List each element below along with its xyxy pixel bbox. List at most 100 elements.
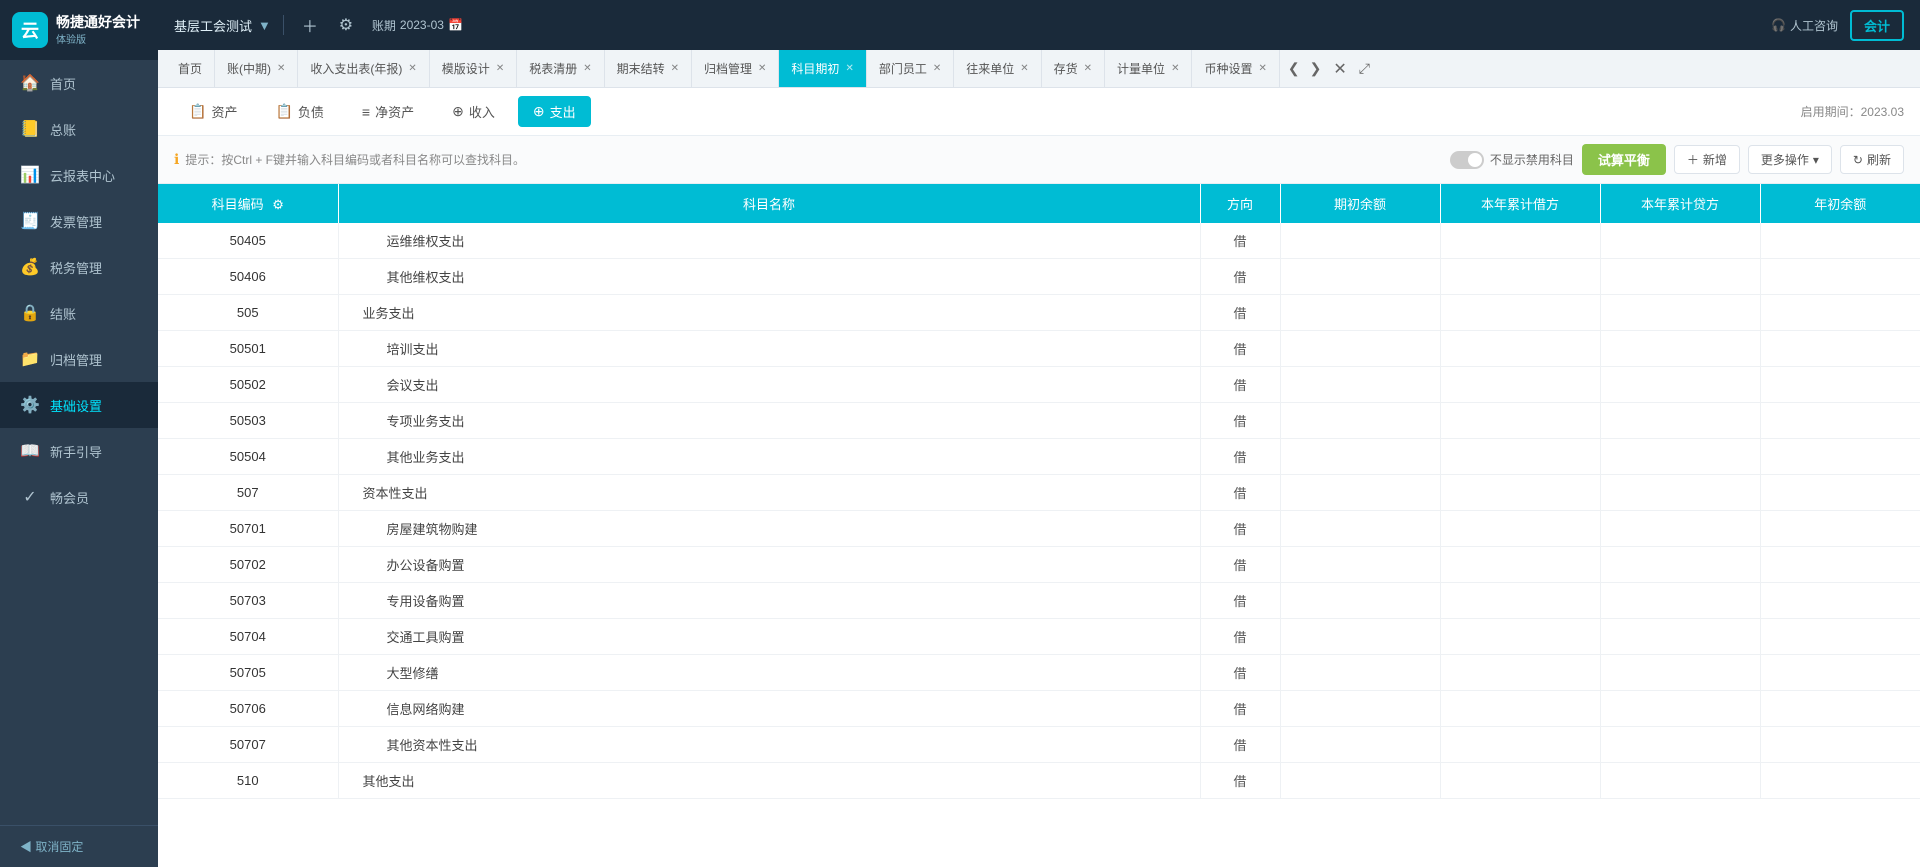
- sidebar-label-reports: 云报表中心: [50, 166, 115, 185]
- toggle-disabled-accounts[interactable]: 不显示禁用科目: [1450, 151, 1574, 169]
- cell-ytd-debit: [1440, 439, 1600, 475]
- tab-模版设计[interactable]: 模版设计✕: [430, 50, 517, 88]
- sidebar-item-archive[interactable]: 📁归档管理: [0, 336, 158, 382]
- filter-bar: 📋资产📋负债≡净资产⊕收入⊕支出启用期间：2023.03: [158, 88, 1920, 136]
- user-role-btn[interactable]: 会计: [1850, 10, 1904, 41]
- tab-部门员工[interactable]: 部门员工✕: [867, 50, 954, 88]
- accounts-table: 科目编码 ⚙ 科目名称 方向 期初余额 本年累计借方 本年累计贷方 年初余额 5…: [158, 184, 1920, 799]
- table-row[interactable]: 50702 办公设备购置 借: [158, 547, 1920, 583]
- refresh-btn[interactable]: ↻ 刷新: [1840, 145, 1904, 174]
- cell-direction: 借: [1200, 367, 1280, 403]
- table-row[interactable]: 505 业务支出 借: [158, 295, 1920, 331]
- tab-scroll-right-btn[interactable]: ❯: [1306, 58, 1326, 79]
- company-dropdown-icon[interactable]: ▼: [258, 18, 271, 33]
- tab-close-icon[interactable]: ✕: [583, 63, 591, 74]
- table-row[interactable]: 50706 信息网络购建 借: [158, 691, 1920, 727]
- tab-期末结转[interactable]: 期末结转✕: [605, 50, 692, 88]
- cell-period-balance: [1280, 619, 1440, 655]
- table-row[interactable]: 50504 其他业务支出 借: [158, 439, 1920, 475]
- sidebar-item-member[interactable]: ✓畅会员: [0, 474, 158, 520]
- table-row[interactable]: 510 其他支出 借: [158, 763, 1920, 799]
- period-label: 账期: [372, 17, 396, 34]
- support-label: 人工咨询: [1790, 17, 1838, 34]
- tab-close-icon[interactable]: ✕: [671, 63, 679, 74]
- more-ops-btn[interactable]: 更多操作 ▾: [1748, 145, 1832, 174]
- sidebar-item-closing[interactable]: 🔒结账: [0, 290, 158, 336]
- table-row[interactable]: 50703 专用设备购置 借: [158, 583, 1920, 619]
- tab-close-icon[interactable]: ✕: [1171, 63, 1179, 74]
- table-row[interactable]: 50701 房屋建筑物购建 借: [158, 511, 1920, 547]
- sidebar-item-reports[interactable]: 📊 云报表中心: [0, 152, 158, 198]
- tab-close-icon[interactable]: ✕: [1020, 63, 1028, 74]
- table-row[interactable]: 50503 专项业务支出 借: [158, 403, 1920, 439]
- table-row[interactable]: 50705 大型修缮 借: [158, 655, 1920, 691]
- support-btn[interactable]: 🎧 人工咨询: [1771, 17, 1838, 34]
- filter-tab-income[interactable]: ⊕收入: [437, 96, 510, 127]
- tab-往来单位[interactable]: 往来单位✕: [954, 50, 1041, 88]
- th-period-balance: 期初余额: [1280, 184, 1440, 223]
- sidebar-item-guide[interactable]: 📖新手引导: [0, 428, 158, 474]
- cell-name: 会议支出: [338, 367, 1200, 403]
- filter-tab-net_asset[interactable]: ≡净资产: [347, 96, 429, 127]
- topbar-add-btn[interactable]: ＋: [296, 11, 324, 39]
- filter-tab-liability[interactable]: 📋负债: [260, 96, 338, 127]
- table-row[interactable]: 507 资本性支出 借: [158, 475, 1920, 511]
- company-label: 基层工会测试: [174, 16, 252, 35]
- tab-科目期初[interactable]: 科目期初✕: [779, 50, 866, 88]
- tab-close-icon[interactable]: ✕: [845, 63, 853, 74]
- sidebar-item-tax[interactable]: 💰税务管理: [0, 244, 158, 290]
- cell-period-balance: [1280, 475, 1440, 511]
- tab-收入支出表(年报)[interactable]: 收入支出表(年报)✕: [298, 50, 429, 88]
- sidebar-item-ledger[interactable]: 📒总账: [0, 106, 158, 152]
- sidebar-item-settings[interactable]: ⚙️基础设置: [0, 382, 158, 428]
- cell-direction: 借: [1200, 763, 1280, 799]
- tab-close-all-btn[interactable]: ✕: [1327, 57, 1352, 81]
- table-row[interactable]: 50406 其他维权支出 借: [158, 259, 1920, 295]
- calendar-icon[interactable]: 📅: [448, 18, 463, 32]
- cell-period-balance: [1280, 367, 1440, 403]
- content-area: 📋资产📋负债≡净资产⊕收入⊕支出启用期间：2023.03 ℹ 提示：按Ctrl …: [158, 88, 1920, 867]
- cell-year-balance: [1760, 727, 1920, 763]
- topbar-period: 账期 2023-03 📅: [372, 17, 463, 34]
- balance-btn[interactable]: 试算平衡: [1582, 144, 1666, 175]
- tab-scroll-left-btn[interactable]: ❮: [1284, 58, 1304, 79]
- cell-ytd-debit: [1440, 331, 1600, 367]
- tab-账(中期)[interactable]: 账(中期)✕: [215, 50, 298, 88]
- tab-close-icon[interactable]: ✕: [1084, 63, 1092, 74]
- tab-close-icon[interactable]: ✕: [408, 63, 416, 74]
- table-row[interactable]: 50707 其他资本性支出 借: [158, 727, 1920, 763]
- sidebar-item-invoice[interactable]: 🧾发票管理: [0, 198, 158, 244]
- sidebar-label-closing: 结账: [50, 304, 76, 323]
- topbar-settings-btn[interactable]: ⚙: [332, 11, 360, 39]
- tab-close-icon[interactable]: ✕: [933, 63, 941, 74]
- tab-币种设置[interactable]: 币种设置✕: [1192, 50, 1279, 88]
- sidebar-item-home[interactable]: 🏠首页: [0, 60, 158, 106]
- table-row[interactable]: 50501 培训支出 借: [158, 331, 1920, 367]
- tab-首页[interactable]: 首页: [166, 50, 215, 88]
- add-btn[interactable]: ＋ 新增: [1674, 145, 1740, 174]
- table-row[interactable]: 50405 运维维权支出 借: [158, 223, 1920, 259]
- table-row[interactable]: 50502 会议支出 借: [158, 367, 1920, 403]
- toggle-switch-control[interactable]: [1450, 151, 1484, 169]
- sidebar-collapse-btn[interactable]: ◀ 取消固定: [0, 825, 158, 867]
- table-row[interactable]: 50704 交通工具购置 借: [158, 619, 1920, 655]
- tab-close-icon[interactable]: ✕: [1258, 63, 1266, 74]
- tab-close-icon[interactable]: ✕: [496, 63, 504, 74]
- tab-close-icon[interactable]: ✕: [277, 63, 285, 74]
- tab-close-icon[interactable]: ✕: [758, 63, 766, 74]
- tab-归档管理[interactable]: 归档管理✕: [692, 50, 779, 88]
- tab-税表清册[interactable]: 税表清册✕: [517, 50, 604, 88]
- cell-year-balance: [1760, 511, 1920, 547]
- cell-code: 50703: [158, 583, 338, 619]
- tab-计量单位[interactable]: 计量单位✕: [1105, 50, 1192, 88]
- filter-label-asset: 资产: [211, 102, 237, 121]
- tab-label: 存货: [1054, 60, 1078, 77]
- tab-存货[interactable]: 存货 ✕: [1042, 50, 1105, 88]
- filter-tab-expense[interactable]: ⊕支出: [518, 96, 591, 127]
- filter-tab-asset[interactable]: 📋资产: [174, 96, 252, 127]
- cell-year-balance: [1760, 583, 1920, 619]
- th-gear-icon[interactable]: ⚙: [272, 197, 284, 212]
- sidebar-icon-reports: 📊: [20, 165, 40, 185]
- cell-ytd-credit: [1600, 619, 1760, 655]
- tab-expand-btn[interactable]: ⤢: [1355, 58, 1374, 79]
